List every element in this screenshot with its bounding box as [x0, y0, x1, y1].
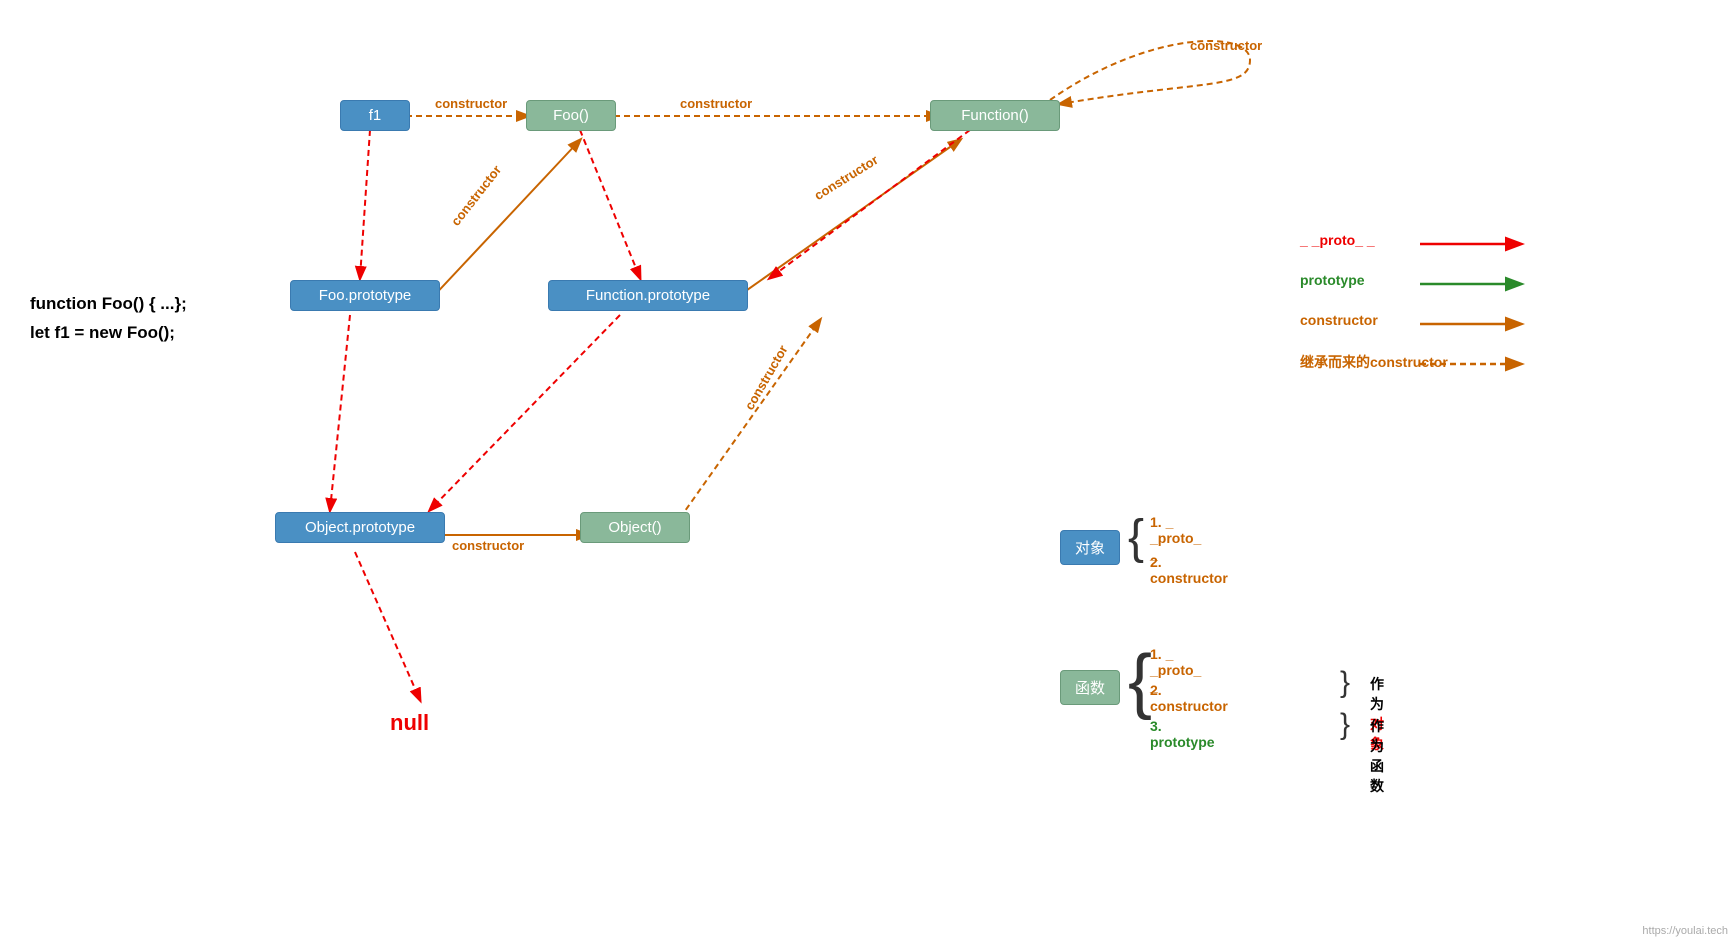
label-object-prototype-constructor: constructor — [452, 538, 524, 553]
null-label: null — [390, 710, 429, 736]
object-node: Object() — [580, 512, 690, 543]
function-node: Function() — [930, 100, 1060, 131]
label-object-constructor: constructor — [742, 342, 791, 412]
label-function-self-constructor: constructor — [1190, 38, 1262, 53]
watermark: https://youlai.tech — [1642, 925, 1728, 937]
label-foo-prototype-constructor: constructor — [448, 162, 504, 228]
foo-prototype-node: Foo.prototype — [290, 280, 440, 311]
legend-prototype-label: prototype — [1300, 272, 1365, 290]
object-box-label: 对象 — [1060, 530, 1120, 565]
foo-node: Foo() — [526, 100, 616, 131]
legend-inherited-label: 继承而来的constructor — [1300, 352, 1448, 372]
code-block: function Foo() { ...}; let f1 = new Foo(… — [30, 290, 187, 348]
code-line2: let f1 = new Foo(); — [30, 319, 187, 348]
function-prototype-node: Function.prototype — [548, 280, 748, 311]
legend-constructor-label: constructor — [1300, 312, 1378, 330]
object-prototype-node: Object.prototype — [275, 512, 445, 543]
label-function-prototype-constructor: constructor — [812, 152, 881, 203]
function-box-label: 函数 — [1060, 670, 1120, 705]
f1-node: f1 — [340, 100, 410, 131]
code-line1: function Foo() { ...}; — [30, 290, 187, 319]
label-foo-function-constructor: constructor — [680, 96, 752, 111]
legend-proto-label: _ _proto_ _ — [1300, 232, 1375, 248]
label-f1-foo-constructor: constructor — [435, 96, 507, 111]
